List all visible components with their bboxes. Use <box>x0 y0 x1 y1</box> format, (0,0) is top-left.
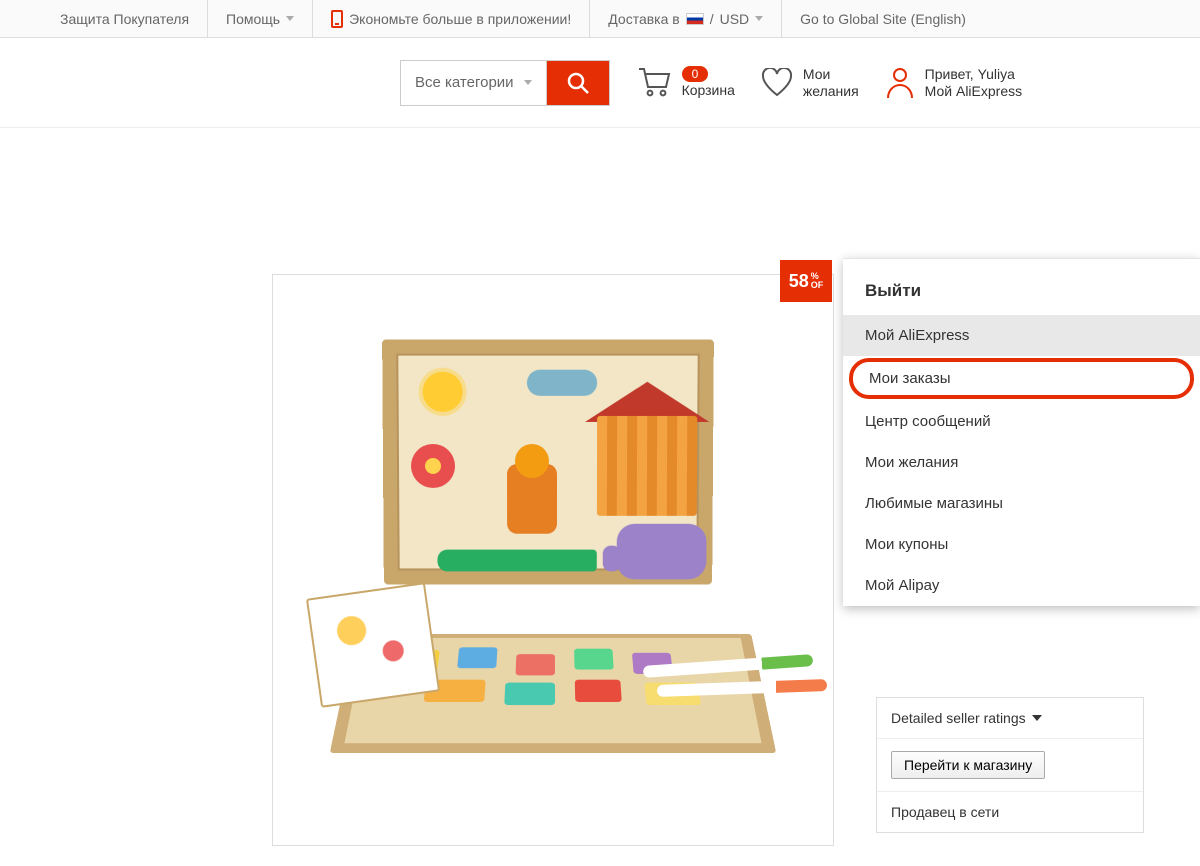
global-site-label: Go to Global Site (English) <box>800 11 966 27</box>
menu-my-alipay[interactable]: Мой Alipay <box>843 565 1200 606</box>
menu-my-aliexpress[interactable]: Мой AliExpress <box>843 315 1200 356</box>
product-main-image[interactable] <box>272 274 834 846</box>
currency-label: USD <box>720 11 750 27</box>
buyer-protection-label: Защита Покупателя <box>60 11 189 27</box>
logout-link[interactable]: Выйти <box>843 259 1200 315</box>
global-site-link[interactable]: Go to Global Site (English) <box>782 0 984 37</box>
user-icon <box>885 66 915 100</box>
wishlist-label-line1: Мои <box>803 66 859 83</box>
buyer-protection-link[interactable]: Защита Покупателя <box>0 0 208 37</box>
heart-icon <box>761 68 793 98</box>
search-bar: Все категории <box>400 60 610 106</box>
top-utility-bar: Защита Покупателя Помощь Экономьте больш… <box>0 0 1200 38</box>
chevron-down-icon <box>524 80 532 85</box>
app-promo-link[interactable]: Экономьте больше в приложении! <box>313 0 590 37</box>
wishlist-label-line2: желания <box>803 83 859 100</box>
discount-badge: 58 %OF <box>780 260 832 302</box>
go-to-store-row: Перейти к магазину <box>877 739 1143 792</box>
help-label: Помощь <box>226 11 280 27</box>
currency-separator: / <box>710 11 714 27</box>
menu-message-center[interactable]: Центр сообщений <box>843 401 1200 442</box>
chevron-down-icon <box>286 16 294 21</box>
chevron-down-icon <box>755 16 763 21</box>
menu-fav-stores[interactable]: Любимые магазины <box>843 483 1200 524</box>
main-header: Все категории 0 Корзина Мои желания Прив… <box>0 38 1200 128</box>
seller-online-label: Продавец в сети <box>891 804 999 820</box>
discount-value: 58 <box>789 271 809 292</box>
ship-to-prefix: Доставка в <box>608 11 679 27</box>
page-content: 58 %OF Выйти Мой AliExpress Мои заказы Ц… <box>0 128 1200 866</box>
account-menu-trigger[interactable]: Привет, Yuliya Мой AliExpress <box>885 66 1032 100</box>
triangle-down-icon <box>1032 715 1042 721</box>
seller-ratings-toggle[interactable]: Detailed seller ratings <box>877 698 1143 739</box>
app-promo-label: Экономьте больше в приложении! <box>349 11 571 27</box>
cart-icon <box>636 65 672 100</box>
wishlist-link[interactable]: Мои желания <box>761 66 859 100</box>
category-select[interactable]: Все категории <box>401 61 547 105</box>
account-label: Мой AliExpress <box>925 83 1022 100</box>
menu-my-orders[interactable]: Мои заказы <box>849 358 1194 399</box>
cart-label: Корзина <box>682 82 735 99</box>
menu-my-coupons[interactable]: Мои купоны <box>843 524 1200 565</box>
product-illustration <box>313 330 793 790</box>
russia-flag-icon <box>686 13 704 25</box>
category-select-label: Все категории <box>415 74 514 91</box>
search-icon <box>566 71 590 95</box>
cart-link[interactable]: 0 Корзина <box>636 65 735 100</box>
help-menu[interactable]: Помощь <box>208 0 313 37</box>
discount-suffix: %OF <box>811 272 824 290</box>
search-button[interactable] <box>547 61 609 105</box>
account-greeting: Привет, Yuliya <box>925 66 1022 83</box>
seller-info-panel: Detailed seller ratings Перейти к магази… <box>876 697 1144 833</box>
phone-icon <box>331 10 343 28</box>
seller-ratings-label: Detailed seller ratings <box>891 710 1026 726</box>
account-dropdown: Выйти Мой AliExpress Мои заказы Центр со… <box>843 258 1200 606</box>
ship-to-menu[interactable]: Доставка в / USD <box>590 0 782 37</box>
cart-count-badge: 0 <box>682 66 709 82</box>
seller-online-status: Продавец в сети <box>877 792 1143 832</box>
go-to-store-button[interactable]: Перейти к магазину <box>891 751 1045 779</box>
menu-my-wishes[interactable]: Мои желания <box>843 442 1200 483</box>
